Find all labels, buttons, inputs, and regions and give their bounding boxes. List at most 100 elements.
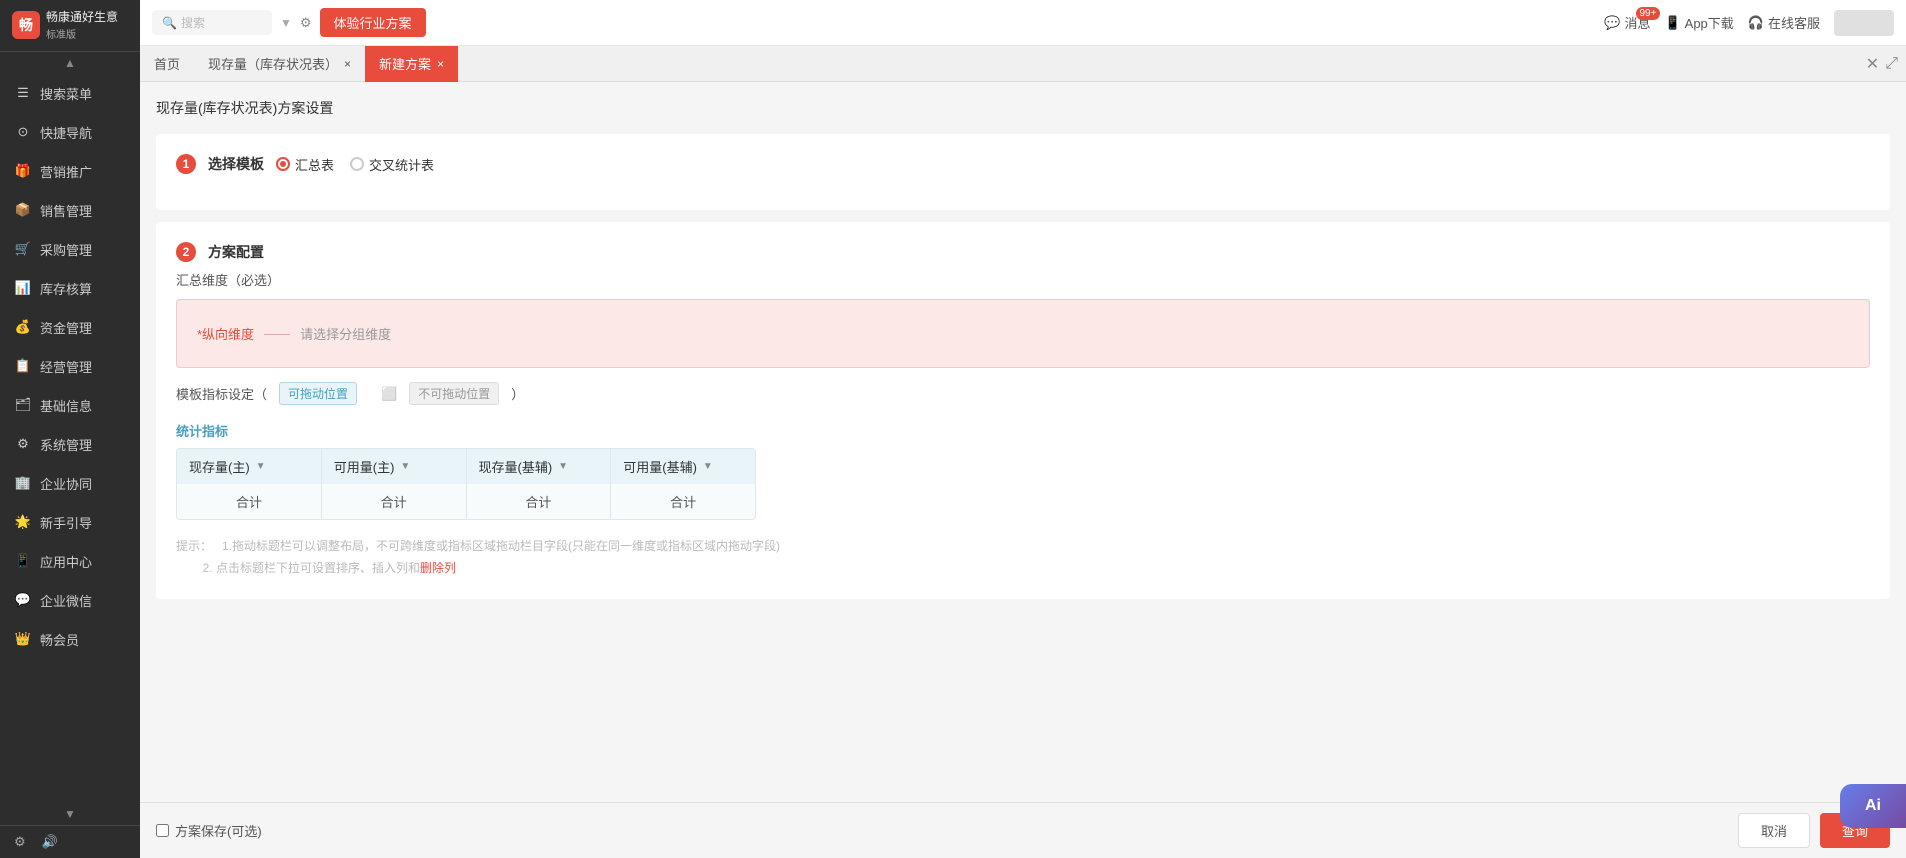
stats-col-3-label: 现存量(基辅) bbox=[479, 457, 553, 476]
stats-col-2[interactable]: 可用量(主) ▼ bbox=[322, 449, 467, 484]
step1-badge: 1 bbox=[176, 154, 196, 174]
sidebar-item-basic[interactable]: 🗂 基础信息 bbox=[0, 386, 140, 425]
sidebar-label-member: 畅会员 bbox=[40, 630, 79, 649]
sidebar-item-wechat[interactable]: 💬 企业微信 bbox=[0, 581, 140, 620]
dropdown-icon[interactable]: ▼ bbox=[280, 16, 292, 30]
service-label: 在线客服 bbox=[1768, 13, 1820, 32]
fixed-tag: 不可拖动位置 bbox=[409, 382, 499, 405]
basic-icon: 🗂 bbox=[14, 396, 32, 414]
ai-bubble[interactable]: Ai bbox=[1840, 784, 1906, 828]
logo-icon: 畅 bbox=[12, 11, 40, 39]
sidebar-scroll-up[interactable]: ▲ bbox=[0, 52, 140, 74]
template-indicator-end: ） bbox=[511, 384, 524, 403]
cart-icon: 🛒 bbox=[14, 240, 32, 258]
search-icon: ☰ bbox=[14, 84, 32, 102]
tab-inventory-status[interactable]: 现存量（库存状况表） × bbox=[194, 46, 365, 82]
search-bar[interactable]: 🔍 搜索 bbox=[152, 10, 272, 35]
sidebar-bottom: ⚙ 🔊 bbox=[0, 825, 140, 858]
template-indicator-label: 模板指标设定（ bbox=[176, 384, 267, 403]
sidebar-item-appcenter[interactable]: 📱 应用中心 bbox=[0, 542, 140, 581]
dimension-section-label: 汇总维度（必选） bbox=[176, 270, 1870, 289]
sidebar-label-corp: 企业协同 bbox=[40, 474, 92, 493]
step2-row: 2 方案配置 bbox=[176, 242, 1870, 262]
radio-cross[interactable]: 交叉统计表 bbox=[350, 155, 434, 174]
stats-col-1-label: 现存量(主) bbox=[189, 457, 250, 476]
stats-cell-1: 合计 bbox=[177, 484, 322, 519]
member-icon: 👑 bbox=[14, 630, 32, 648]
step1-card: 1 选择模板 汇总表 交叉统计表 bbox=[156, 134, 1890, 210]
tab-inventory-status-label: 现存量（库存状况表） bbox=[208, 54, 338, 73]
message-badge: 99+ bbox=[1636, 7, 1661, 20]
save-scheme-checkbox[interactable]: 方案保存(可选) bbox=[156, 821, 262, 840]
dimension-separator: —— bbox=[264, 326, 290, 341]
dimension-inner: *纵向维度 —— 请选择分组维度 bbox=[197, 324, 1849, 343]
ai-label: Ai bbox=[1865, 797, 1881, 815]
cancel-button[interactable]: 取消 bbox=[1738, 813, 1810, 848]
sidebar-label-search: 搜索菜单 bbox=[40, 84, 92, 103]
step2-badge: 2 bbox=[176, 242, 196, 262]
online-service-button[interactable]: 🎧 在线客服 bbox=[1748, 13, 1820, 32]
sidebar-item-newbie[interactable]: 🌟 新手引导 bbox=[0, 503, 140, 542]
sidebar-item-inventory[interactable]: 📊 库存核算 bbox=[0, 269, 140, 308]
sidebar-item-corp[interactable]: 🏢 企业协同 bbox=[0, 464, 140, 503]
step1-row: 1 选择模板 汇总表 交叉统计表 bbox=[176, 154, 1870, 174]
tab-inventory-close[interactable]: × bbox=[344, 57, 351, 71]
sidebar-item-system[interactable]: ⚙ 系统管理 bbox=[0, 425, 140, 464]
stats-table: 现存量(主) ▼ 可用量(主) ▼ 现存量(基辅) ▼ 可用量(基辅) ▼ bbox=[176, 448, 756, 520]
gear-icon[interactable]: ⚙ bbox=[300, 15, 312, 31]
col2-chevron-icon: ▼ bbox=[400, 461, 410, 472]
topbar: 🔍 搜索 ▼ ⚙ 体验行业方案 💬 消息 99+ 📱 App下载 🎧 在线客服 bbox=[140, 0, 1906, 46]
sidebar-item-operation[interactable]: 📋 经营管理 bbox=[0, 347, 140, 386]
appcenter-icon: 📱 bbox=[14, 552, 32, 570]
settings-icon[interactable]: ⚙ bbox=[14, 834, 26, 850]
topbar-left: 🔍 搜索 ▼ ⚙ 体验行业方案 bbox=[152, 8, 1594, 37]
sidebar-item-shortcut[interactable]: ⊙ 快捷导航 bbox=[0, 113, 140, 152]
tips-line2: 2. 点击标题栏下拉可设置排序、插入列和删除列 bbox=[176, 558, 1870, 580]
tab-home[interactable]: 首页 bbox=[140, 46, 194, 82]
sidebar-label-purchase: 采购管理 bbox=[40, 240, 92, 259]
save-label: 方案保存(可选) bbox=[175, 821, 262, 840]
tabs-right-controls: ✕ ⤢ bbox=[1866, 54, 1906, 74]
finance-icon: 💰 bbox=[14, 318, 32, 336]
radio-summary[interactable]: 汇总表 bbox=[276, 155, 334, 174]
step2-card: 2 方案配置 汇总维度（必选） *纵向维度 —— 请选择分组维度 模板指标设定（… bbox=[156, 222, 1890, 599]
sidebar-item-member[interactable]: 👑 畅会员 bbox=[0, 620, 140, 659]
dimension-placeholder[interactable]: 请选择分组维度 bbox=[300, 324, 391, 343]
sidebar-item-marketing[interactable]: 🎁 营销推广 bbox=[0, 152, 140, 191]
app-name: 畅康通好生意 bbox=[46, 10, 118, 26]
save-checkbox-input[interactable] bbox=[156, 824, 169, 837]
message-button[interactable]: 💬 消息 99+ bbox=[1604, 13, 1650, 32]
sidebar-label-marketing: 营销推广 bbox=[40, 162, 92, 181]
sidebar-item-purchase[interactable]: 🛒 采购管理 bbox=[0, 230, 140, 269]
industry-scheme-button[interactable]: 体验行业方案 bbox=[320, 8, 426, 37]
fullscreen-button[interactable]: ⤢ bbox=[1885, 54, 1898, 74]
sales-icon: 📦 bbox=[14, 201, 32, 219]
newbie-icon: 🌟 bbox=[14, 513, 32, 531]
stats-col-4[interactable]: 可用量(基辅) ▼ bbox=[611, 449, 755, 484]
user-avatar[interactable] bbox=[1834, 10, 1894, 36]
radio-summary-label: 汇总表 bbox=[295, 155, 334, 174]
app-download-button[interactable]: 📱 App下载 bbox=[1664, 13, 1733, 32]
sidebar-label-sales: 销售管理 bbox=[40, 201, 92, 220]
sidebar-label-shortcut: 快捷导航 bbox=[40, 123, 92, 142]
step1-title: 选择模板 bbox=[208, 154, 264, 174]
page-footer: 方案保存(可选) 取消 查询 bbox=[140, 802, 1906, 858]
stats-col-3[interactable]: 现存量(基辅) ▼ bbox=[467, 449, 612, 484]
tab-scheme-close[interactable]: × bbox=[437, 57, 444, 71]
sidebar-scroll-down[interactable]: ▼ bbox=[0, 803, 140, 825]
speaker-icon[interactable]: 🔊 bbox=[42, 834, 58, 850]
system-icon: ⚙ bbox=[14, 435, 32, 453]
step2-title: 方案配置 bbox=[208, 242, 264, 262]
close-panel-button[interactable]: ✕ bbox=[1866, 54, 1879, 74]
col3-chevron-icon: ▼ bbox=[558, 461, 568, 472]
tab-new-scheme[interactable]: 新建方案 × bbox=[365, 46, 458, 82]
stats-col-1[interactable]: 现存量(主) ▼ bbox=[177, 449, 322, 484]
gift-icon: 🎁 bbox=[14, 162, 32, 180]
home-icon: ⊙ bbox=[14, 123, 32, 141]
service-icon: 🎧 bbox=[1748, 15, 1764, 31]
stats-body-row: 合计 合计 合计 合计 bbox=[177, 484, 755, 519]
sidebar-item-sales[interactable]: 📦 销售管理 bbox=[0, 191, 140, 230]
sidebar-item-search[interactable]: ☰ 搜索菜单 bbox=[0, 74, 140, 113]
sidebar-item-finance[interactable]: 💰 资金管理 bbox=[0, 308, 140, 347]
operation-icon: 📋 bbox=[14, 357, 32, 375]
